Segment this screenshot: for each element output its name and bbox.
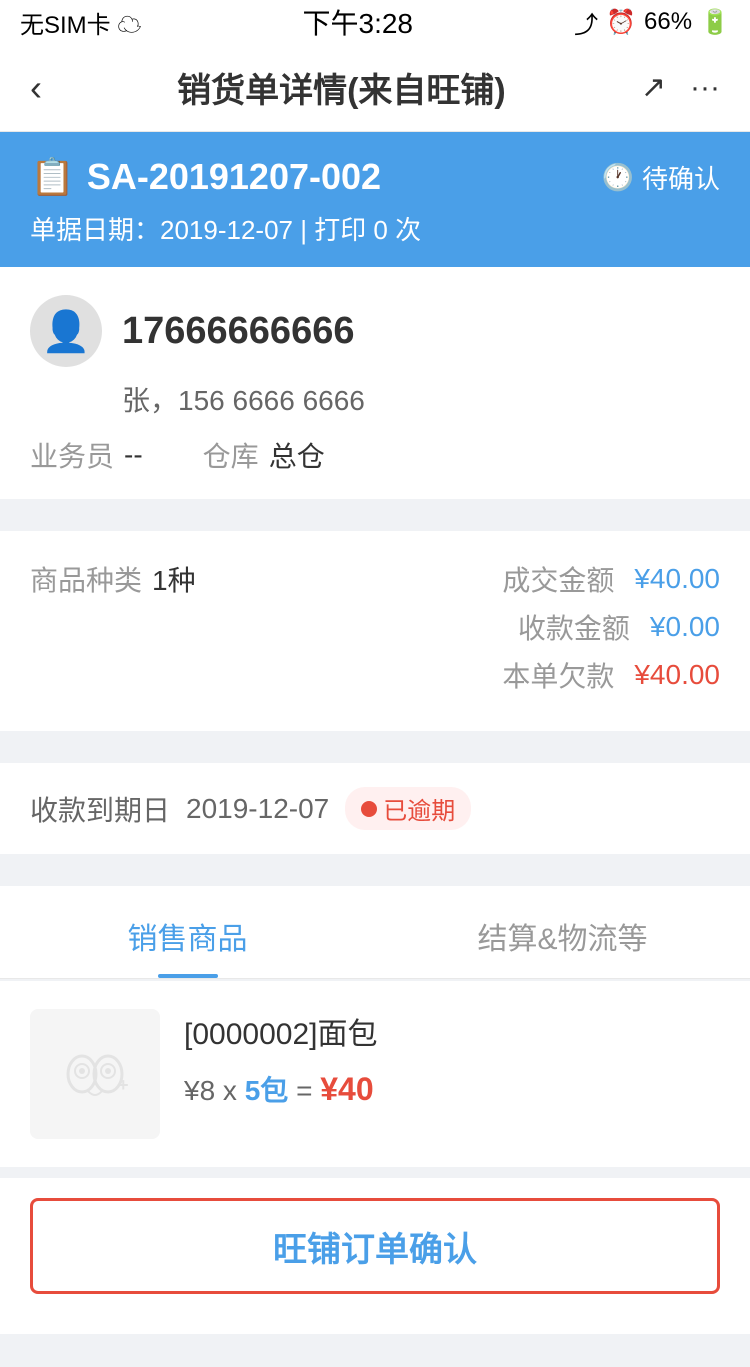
tab-sales-products[interactable]: 销售商品 [0,886,375,978]
amounts: 成交金额 ¥40.00 收款金额 ¥0.00 本单欠款 ¥40.00 [502,559,720,703]
summary-row: 商品种类 1种 成交金额 ¥40.00 收款金额 ¥0.00 本单欠款 ¥40.… [30,559,720,703]
location-icon: ⤴ [574,5,598,40]
order-header: 📋 SA-20191207-002 🕐 待确认 单据日期：2019-12-07 … [0,132,750,267]
product-type-label: 商品种类 [30,559,142,599]
salesperson-value: -- [124,439,143,471]
tabs-section: 销售商品 结算&物流等 [0,886,750,979]
product-thumbnail: + [30,1009,160,1139]
customer-row: 👤 17666666666 [30,295,720,367]
share-icon[interactable]: ↗ [641,70,666,105]
warehouse-value: 总仓 [269,435,325,475]
owed-row: 本单欠款 ¥40.00 [502,655,720,695]
nav-actions: ↗ ··· [641,70,720,105]
order-id-icon: 📋 [30,156,75,198]
tab-settlement[interactable]: 结算&物流等 [375,886,750,978]
tab-settlement-label: 结算&物流等 [477,923,647,956]
battery-icon: 🔋 [700,8,730,37]
due-label: 收款到期日 [30,789,170,829]
transaction-value: ¥40.00 [634,563,720,595]
customer-name: 张，156 6666 6666 [122,379,720,419]
price-base: ¥8 [184,1075,215,1106]
customer-section: 👤 17666666666 张，156 6666 6666 业务员 -- 仓库 … [0,267,750,499]
owed-value: ¥40.00 [634,659,720,691]
salesperson-label: 业务员 [30,435,114,475]
status-bar: 无SIM卡 ☁ 下午3:28 ⤴ ⏰ 66% 🔋 [0,0,750,44]
product-info: [0000002]面包 ¥8 x 5包 = ¥40 [184,1009,720,1109]
received-value: ¥0.00 [650,611,720,643]
divider-1 [0,515,750,531]
status-time: 下午3:28 [303,2,414,42]
overdue-text: 已逾期 [383,791,455,826]
status-right: ⤴ ⏰ 66% 🔋 [574,5,730,40]
order-date: 单据日期：2019-12-07 | 打印 0 次 [30,210,720,247]
product-price: ¥8 x 5包 = ¥40 [184,1069,720,1109]
status-clock-icon: 🕐 [602,162,634,193]
divider-3 [0,870,750,886]
product-logo-svg: + [50,1039,140,1109]
order-header-top: 📋 SA-20191207-002 🕐 待确认 [30,156,720,198]
avatar: 👤 [30,295,102,367]
customer-phone: 17666666666 [122,310,354,353]
price-total: ¥40 [320,1071,373,1107]
warehouse-info: 仓库 总仓 [203,435,325,475]
back-button[interactable]: ‹ [30,67,42,109]
nav-bar: ‹ 销货单详情(来自旺铺) ↗ ··· [0,44,750,132]
summary-section: 商品种类 1种 成交金额 ¥40.00 收款金额 ¥0.00 本单欠款 ¥40.… [0,531,750,731]
svg-text:+: + [118,1075,129,1095]
order-status: 🕐 待确认 [602,159,720,196]
status-left: 无SIM卡 ☁ [20,5,141,40]
tabs-row: 销售商品 结算&物流等 [0,886,750,978]
page-title: 销货单详情(来自旺铺) [177,63,506,112]
bottom-bar: 旺铺订单确认 [0,1178,750,1334]
received-label: 收款金额 [518,607,630,647]
divider-2 [0,747,750,763]
salesperson-info: 业务员 -- [30,435,143,475]
owed-label: 本单欠款 [502,655,614,695]
overdue-dot-icon [361,801,377,817]
product-type-value: 1种 [152,559,196,599]
order-id-text: SA-20191207-002 [87,156,381,198]
quantity: 5包 [245,1075,289,1106]
confirm-order-button[interactable]: 旺铺订单确认 [30,1198,720,1294]
order-id: 📋 SA-20191207-002 [30,156,381,198]
due-date-value: 2019-12-07 [186,793,329,825]
due-section: 收款到期日 2019-12-07 已逾期 [0,763,750,854]
warehouse-label: 仓库 [203,435,259,475]
tab-active-underline [158,974,218,978]
order-status-text: 待确认 [642,159,720,196]
received-row: 收款金额 ¥0.00 [502,607,720,647]
sim-label: 无SIM卡 ☁ [20,5,141,40]
transaction-label: 成交金额 [502,559,614,599]
customer-info-row: 业务员 -- 仓库 总仓 [30,435,720,475]
alarm-icon: ⏰ [606,8,636,37]
more-icon[interactable]: ··· [690,71,720,105]
person-icon: 👤 [41,308,91,355]
battery-label: 66% [644,8,692,36]
product-name: [0000002]面包 [184,1009,720,1053]
overdue-badge: 已逾期 [345,787,471,830]
product-type: 商品种类 1种 [30,559,196,599]
transaction-row: 成交金额 ¥40.00 [502,559,720,599]
product-section: + [0000002]面包 ¥8 x 5包 = ¥40 [0,981,750,1167]
tab-sales-label: 销售商品 [128,923,248,956]
